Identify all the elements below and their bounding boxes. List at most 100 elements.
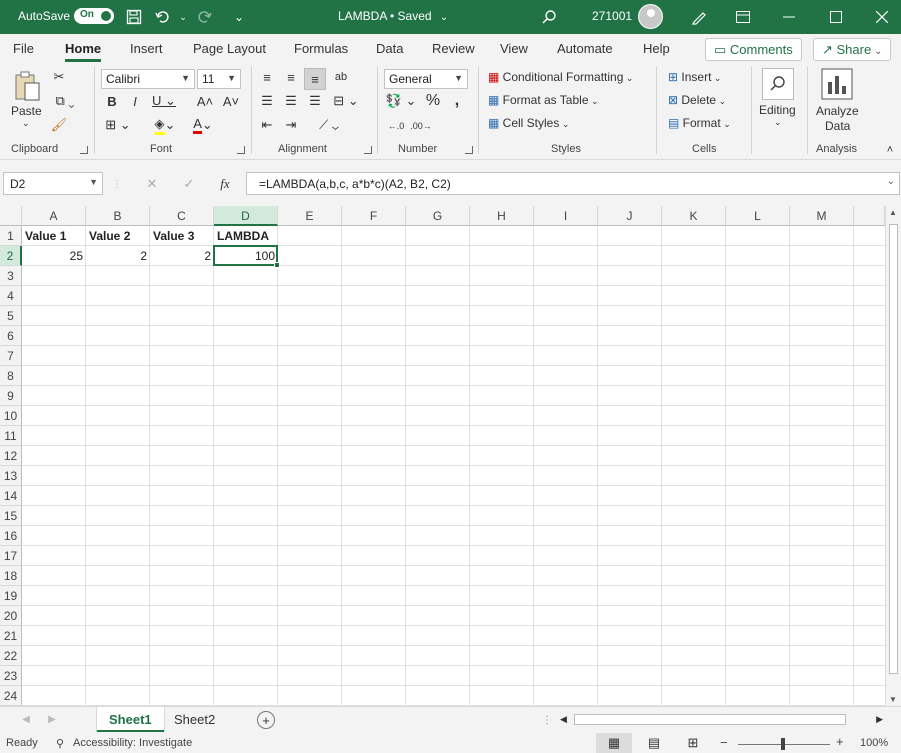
- column-header-c[interactable]: C: [150, 206, 214, 226]
- column-header-h[interactable]: H: [470, 206, 534, 226]
- tab-home[interactable]: Home: [65, 41, 102, 62]
- row-header-14[interactable]: 14: [0, 486, 22, 506]
- paste-icon[interactable]: [12, 70, 42, 102]
- cell-styles-button[interactable]: ▦ Cell Styles ⌄: [488, 116, 569, 130]
- zoom-in-icon[interactable]: +: [836, 734, 844, 749]
- cell-c2[interactable]: 2: [150, 246, 214, 266]
- tab-splitter-icon[interactable]: ⋮: [542, 713, 552, 727]
- wrap-text-icon[interactable]: ab: [332, 68, 350, 86]
- row-header-4[interactable]: 4: [0, 286, 22, 306]
- conditional-formatting-button[interactable]: ▦ Conditional Formatting ⌄: [488, 70, 633, 84]
- row-header-13[interactable]: 13: [0, 466, 22, 486]
- insert-function-icon[interactable]: fx: [216, 175, 234, 193]
- font-launcher-icon[interactable]: [237, 146, 245, 154]
- percent-icon[interactable]: %: [424, 92, 442, 110]
- formula-input[interactable]: =LAMBDA(a,b,c, a*b*c)(A2, B2, C2) ⌄: [246, 172, 900, 195]
- clipboard-launcher-icon[interactable]: [80, 146, 88, 154]
- comma-style-icon[interactable]: ,: [450, 92, 464, 110]
- row-header-10[interactable]: 10: [0, 406, 22, 426]
- insert-cells-button[interactable]: ⊞ Insert ⌄: [668, 70, 721, 84]
- column-header-b[interactable]: B: [86, 206, 150, 226]
- tab-review[interactable]: Review: [432, 41, 475, 56]
- row-header-3[interactable]: 3: [0, 266, 22, 286]
- delete-cells-button[interactable]: ⊠ Delete ⌄: [668, 93, 726, 107]
- tab-page-layout[interactable]: Page Layout: [193, 41, 266, 56]
- increase-decimal-icon[interactable]: ←.0: [385, 116, 407, 136]
- customize-toolbar-icon[interactable]: ⌄: [228, 6, 250, 28]
- autosave-toggle[interactable]: On: [74, 8, 114, 24]
- font-size-select[interactable]: 11 ▼: [197, 69, 241, 89]
- fill-handle[interactable]: [274, 262, 280, 268]
- bold-icon[interactable]: B: [104, 92, 120, 110]
- redo-icon[interactable]: [193, 6, 215, 28]
- share-button[interactable]: ↗ Share ⌄: [813, 38, 892, 61]
- scroll-right-icon[interactable]: ▶: [876, 714, 883, 725]
- number-format-select[interactable]: General ▼: [384, 69, 468, 89]
- scroll-left-icon[interactable]: ◀: [560, 714, 567, 725]
- alignment-launcher-icon[interactable]: [364, 146, 372, 154]
- cell-c1[interactable]: Value 3: [150, 226, 214, 246]
- cut-icon[interactable]: ✂: [50, 68, 68, 86]
- column-header-l[interactable]: L: [726, 206, 790, 226]
- row-header-19[interactable]: 19: [0, 586, 22, 606]
- pen-icon[interactable]: [688, 6, 710, 28]
- row-header-20[interactable]: 20: [0, 606, 22, 626]
- format-painter-icon[interactable]: 🖌: [50, 116, 68, 134]
- ribbon-display-icon[interactable]: [732, 6, 754, 28]
- increase-indent-icon[interactable]: ⇥: [282, 116, 300, 134]
- font-color-icon[interactable]: A ⌄: [188, 116, 218, 134]
- column-header-d[interactable]: D: [214, 206, 278, 226]
- accessibility-icon[interactable]: ⚲: [56, 737, 64, 750]
- tab-data[interactable]: Data: [376, 41, 403, 56]
- analyze-data-icon[interactable]: [820, 68, 854, 100]
- enter-icon[interactable]: ✓: [180, 175, 198, 193]
- row-header-24[interactable]: 24: [0, 686, 22, 706]
- maximize-icon[interactable]: [825, 6, 847, 28]
- accounting-format-icon[interactable]: 💱 ⌄: [385, 92, 417, 110]
- fill-color-icon[interactable]: ◈ ⌄: [150, 116, 180, 135]
- spreadsheet-grid[interactable]: ABCDEFGHIJKLM 1 2 3 4 5 6 7 8 9 10 11 12 13 14 15 16 17 1…: [0, 206, 885, 706]
- editing-search-icon[interactable]: [762, 68, 794, 100]
- editing-label[interactable]: Editing: [759, 103, 796, 117]
- row-header-16[interactable]: 16: [0, 526, 22, 546]
- undo-icon[interactable]: [152, 6, 174, 28]
- expand-formula-icon[interactable]: ⌄: [887, 176, 895, 187]
- row-header-11[interactable]: 11: [0, 426, 22, 446]
- tab-formulas[interactable]: Formulas: [294, 41, 348, 56]
- cell-a2[interactable]: 25: [22, 246, 86, 266]
- row-header-15[interactable]: 15: [0, 506, 22, 526]
- tab-file[interactable]: File: [13, 41, 34, 56]
- editing-chevron-icon[interactable]: ⌄: [774, 117, 782, 128]
- paste-label[interactable]: Paste: [11, 104, 42, 118]
- horizontal-scroll-thumb[interactable]: [574, 714, 846, 725]
- column-header-k[interactable]: K: [662, 206, 726, 226]
- cell-b2[interactable]: 2: [86, 246, 150, 266]
- accessibility-status[interactable]: Accessibility: Investigate: [73, 737, 192, 749]
- scroll-up-icon[interactable]: ▲: [889, 208, 897, 217]
- vertical-scroll-thumb[interactable]: [889, 224, 898, 674]
- orientation-icon[interactable]: ⟋ ⌄: [314, 116, 344, 134]
- tab-view[interactable]: View: [500, 41, 528, 56]
- row-header-17[interactable]: 17: [0, 546, 22, 566]
- italic-icon[interactable]: I: [127, 92, 143, 110]
- format-as-table-button[interactable]: ▦ Format as Table ⌄: [488, 93, 599, 107]
- row-header-9[interactable]: 9: [0, 386, 22, 406]
- zoom-slider-knob[interactable]: [781, 738, 785, 750]
- cell-b1[interactable]: Value 2: [86, 226, 150, 246]
- row-header-18[interactable]: 18: [0, 566, 22, 586]
- horizontal-scrollbar[interactable]: ◀ ▶: [558, 712, 885, 728]
- vertical-scrollbar[interactable]: ▲ ▼: [885, 206, 901, 706]
- undo-dropdown-icon[interactable]: ⌄: [172, 6, 194, 28]
- cancel-icon[interactable]: ✕: [143, 175, 161, 193]
- decrease-indent-icon[interactable]: ⇤: [258, 116, 276, 134]
- align-right-icon[interactable]: ☰: [306, 92, 324, 110]
- normal-view-icon[interactable]: ▦: [596, 733, 632, 753]
- row-header-5[interactable]: 5: [0, 306, 22, 326]
- zoom-level[interactable]: 100%: [860, 737, 888, 749]
- document-title[interactable]: LAMBDA • Saved: [338, 9, 432, 23]
- number-launcher-icon[interactable]: [465, 146, 473, 154]
- align-middle-icon[interactable]: ≡: [282, 68, 300, 86]
- comments-button[interactable]: ▭ Comments: [705, 38, 802, 61]
- row-header-21[interactable]: 21: [0, 626, 22, 646]
- column-header-g[interactable]: G: [406, 206, 470, 226]
